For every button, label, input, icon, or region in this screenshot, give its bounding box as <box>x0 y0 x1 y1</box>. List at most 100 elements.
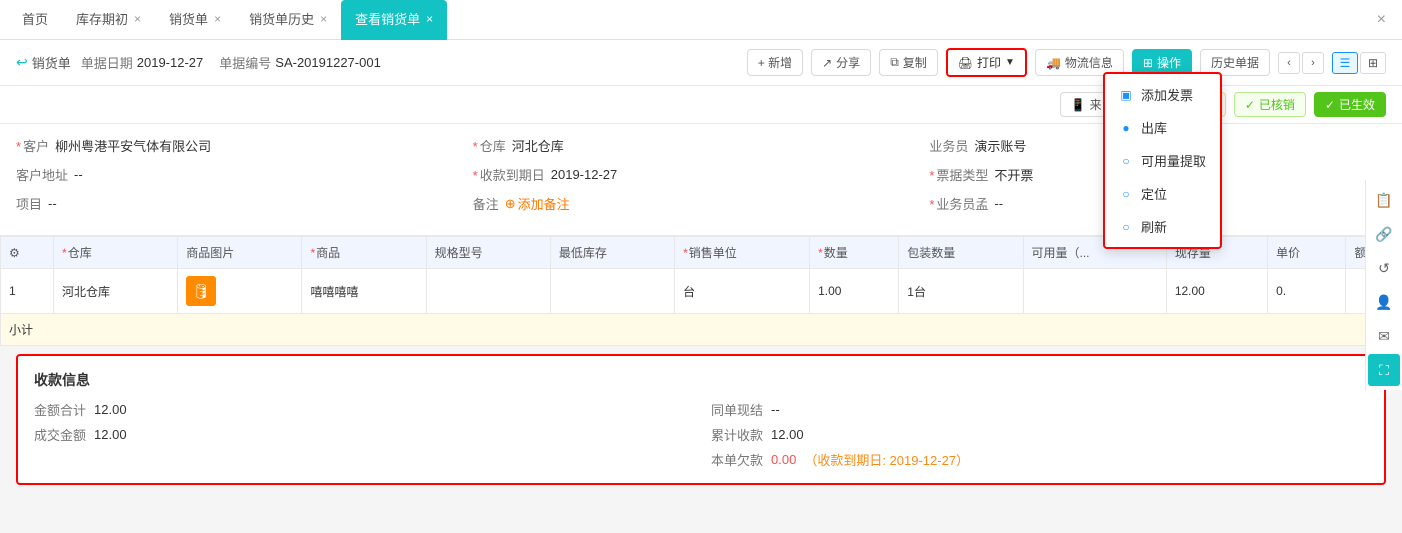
row-unit-price: 0. <box>1268 269 1346 314</box>
warehouse-value: 河北仓库 <box>512 136 564 155</box>
ticket-value: 不开票 <box>994 165 1033 184</box>
row-warehouse: 河北仓库 <box>54 269 178 314</box>
dropdown-add-invoice[interactable]: ▣ 添加发票 <box>1105 78 1220 111</box>
col-image: 商品图片 <box>178 237 302 269</box>
payment-info-title: 收款信息 <box>34 370 1368 390</box>
transaction-value: 12.00 <box>94 427 127 442</box>
project-group: 项目 -- <box>16 194 473 213</box>
arrears-note: （收款到期日: 2019-12-27） <box>804 450 969 469</box>
subtotal-row: 小计 <box>1 314 1402 346</box>
payment-info: 收款信息 金额合计 12.00 成交金额 12.00 同单现结 -- 累计收款 <box>16 354 1386 485</box>
circle-icon4: ○ <box>1119 220 1133 234</box>
dropdown-locate[interactable]: ○ 定位 <box>1105 177 1220 210</box>
global-close-button[interactable]: × <box>1369 11 1394 29</box>
dropdown-outbound[interactable]: ● 出库 <box>1105 111 1220 144</box>
effective-btn[interactable]: ✓ 已生效 <box>1314 92 1386 117</box>
next-arrow[interactable]: › <box>1302 52 1324 74</box>
right-sidebar: 📋 🔗 ↺ 👤 ✉ ⛶ <box>1365 180 1402 390</box>
col-min-stock: 最低库存 <box>550 237 674 269</box>
col-spec: 规格型号 <box>426 237 550 269</box>
transaction-row: 成交金额 12.00 <box>34 425 691 444</box>
col-settings[interactable]: ⚙ <box>1 237 54 269</box>
add-note-button[interactable]: ⊕ 添加备注 <box>505 194 570 213</box>
tab-view-sales[interactable]: 查看销货单 × <box>341 0 447 40</box>
row-spec <box>426 269 550 314</box>
data-table: ⚙ *仓库 商品图片 *商品 规格型号 最低库存 *销售单位 *数量 包装数量 … <box>0 236 1402 346</box>
doc-actions: + 新增 ↗ 分享 ⧉ 复制 🖨 打印 ▼ 🚚 物流信息 ⊞ 操作 <box>747 48 1386 77</box>
row-unit: 台 <box>675 269 810 314</box>
sidebar-icon-5[interactable]: ✉ <box>1368 320 1400 352</box>
grid-view-btn[interactable]: ⊞ <box>1360 52 1386 74</box>
address-group: 客户地址 -- <box>16 165 473 184</box>
tab-sales[interactable]: 销货单 × <box>155 0 235 40</box>
table-row: 1 河北仓库 🛢 嘻嘻嘻嘻 台 1.00 1台 12.00 0. <box>1 269 1402 314</box>
dropdown-menu: ▣ 添加发票 ● 出库 ○ 可用量提取 ○ 定位 ○ 刷新 <box>1103 72 1222 249</box>
total-amount-row: 金额合计 12.00 <box>34 400 691 419</box>
customer-value: 柳州粤港平安气体有限公司 <box>55 136 211 155</box>
doc-type: ↩ 销货单 <box>16 53 71 72</box>
payment-date-value: 2019-12-27 <box>551 167 618 182</box>
data-table-wrapper: ⚙ *仓库 商品图片 *商品 规格型号 最低库存 *销售单位 *数量 包装数量 … <box>0 236 1402 346</box>
close-sales-history-tab[interactable]: × <box>320 12 327 26</box>
confirm-btn[interactable]: ✓ 已核销 <box>1234 92 1306 117</box>
effective-icon: ✓ <box>1325 98 1335 112</box>
col-unit-price: 单价 <box>1268 237 1346 269</box>
cumulative-row: 累计收款 12.00 <box>711 425 1368 444</box>
same-order-row: 同单现结 -- <box>711 400 1368 419</box>
customer-group: *客户 柳州粤港平安气体有限公司 <box>16 136 473 155</box>
circle-icon3: ○ <box>1119 187 1133 201</box>
sidebar-icon-3[interactable]: ↺ <box>1368 252 1400 284</box>
print-button[interactable]: 🖨 打印 ▼ <box>946 48 1027 77</box>
close-inventory-tab[interactable]: × <box>134 12 141 26</box>
nav-arrows: ‹ › <box>1278 52 1324 74</box>
row-min-stock <box>550 269 674 314</box>
sidebar-icon-6[interactable]: ⛶ <box>1368 354 1400 386</box>
sidebar-icon-1[interactable]: 📋 <box>1368 184 1400 216</box>
dropdown-refresh[interactable]: ○ 刷新 <box>1105 210 1220 243</box>
tab-home[interactable]: 首页 <box>8 0 62 40</box>
grid-icon: ⊞ <box>1143 56 1153 70</box>
cumulative-value: 12.00 <box>771 427 804 442</box>
row-pack-qty: 1台 <box>899 269 1023 314</box>
product-image: 🛢 <box>186 276 216 306</box>
dropdown-available[interactable]: ○ 可用量提取 <box>1105 144 1220 177</box>
circle-icon2: ○ <box>1119 154 1133 168</box>
row-stock: 12.00 <box>1166 269 1267 314</box>
new-button[interactable]: + 新增 <box>747 49 803 76</box>
project-value: -- <box>48 196 57 211</box>
col-qty: *数量 <box>810 237 899 269</box>
row-index: 1 <box>1 269 54 314</box>
col-unit: *销售单位 <box>675 237 810 269</box>
close-sales-tab[interactable]: × <box>214 12 221 26</box>
staff-value: 演示账号 <box>974 136 1026 155</box>
warehouse-group: *仓库 河北仓库 <box>473 136 930 155</box>
subtotal-label: 小计 <box>1 314 1402 346</box>
row-available <box>1023 269 1166 314</box>
row-product: 嘻嘻嘻嘻 <box>302 269 426 314</box>
share-icon: ↗ <box>822 56 832 70</box>
list-view-btn[interactable]: ☰ <box>1332 52 1358 74</box>
check-icon: ✓ <box>1245 98 1255 112</box>
payment-info-grid: 金额合计 12.00 成交金额 12.00 同单现结 -- 累计收款 12.00 <box>34 400 1368 469</box>
prev-arrow[interactable]: ‹ <box>1278 52 1300 74</box>
row-qty: 1.00 <box>810 269 899 314</box>
arrears-row: 本单欠款 0.00 （收款到期日: 2019-12-27） <box>711 450 1368 469</box>
sidebar-icon-2[interactable]: 🔗 <box>1368 218 1400 250</box>
settings-icon: ⚙ <box>9 246 20 260</box>
print-dropdown-icon: ▼ <box>1005 57 1015 68</box>
plus-icon: ⊕ <box>505 196 516 212</box>
copy-button[interactable]: ⧉ 复制 <box>879 49 938 76</box>
truck-icon: 🚚 <box>1046 56 1061 70</box>
doc-meta: 单据日期 2019-12-27 单据编号 SA-20191227-001 <box>81 53 381 72</box>
salesman-value: -- <box>994 196 1003 211</box>
tab-inventory[interactable]: 库存期初 × <box>62 0 155 40</box>
col-warehouse: *仓库 <box>54 237 178 269</box>
share-button[interactable]: ↗ 分享 <box>811 49 871 76</box>
col-product: *商品 <box>302 237 426 269</box>
note-group: 备注 ⊕ 添加备注 <box>473 194 930 213</box>
payment-date-group: *收款到期日 2019-12-27 <box>473 165 930 184</box>
close-view-sales-tab[interactable]: × <box>426 12 433 26</box>
sidebar-icon-4[interactable]: 👤 <box>1368 286 1400 318</box>
tab-sales-history[interactable]: 销货单历史 × <box>235 0 341 40</box>
arrears-value: 0.00 <box>771 452 796 467</box>
